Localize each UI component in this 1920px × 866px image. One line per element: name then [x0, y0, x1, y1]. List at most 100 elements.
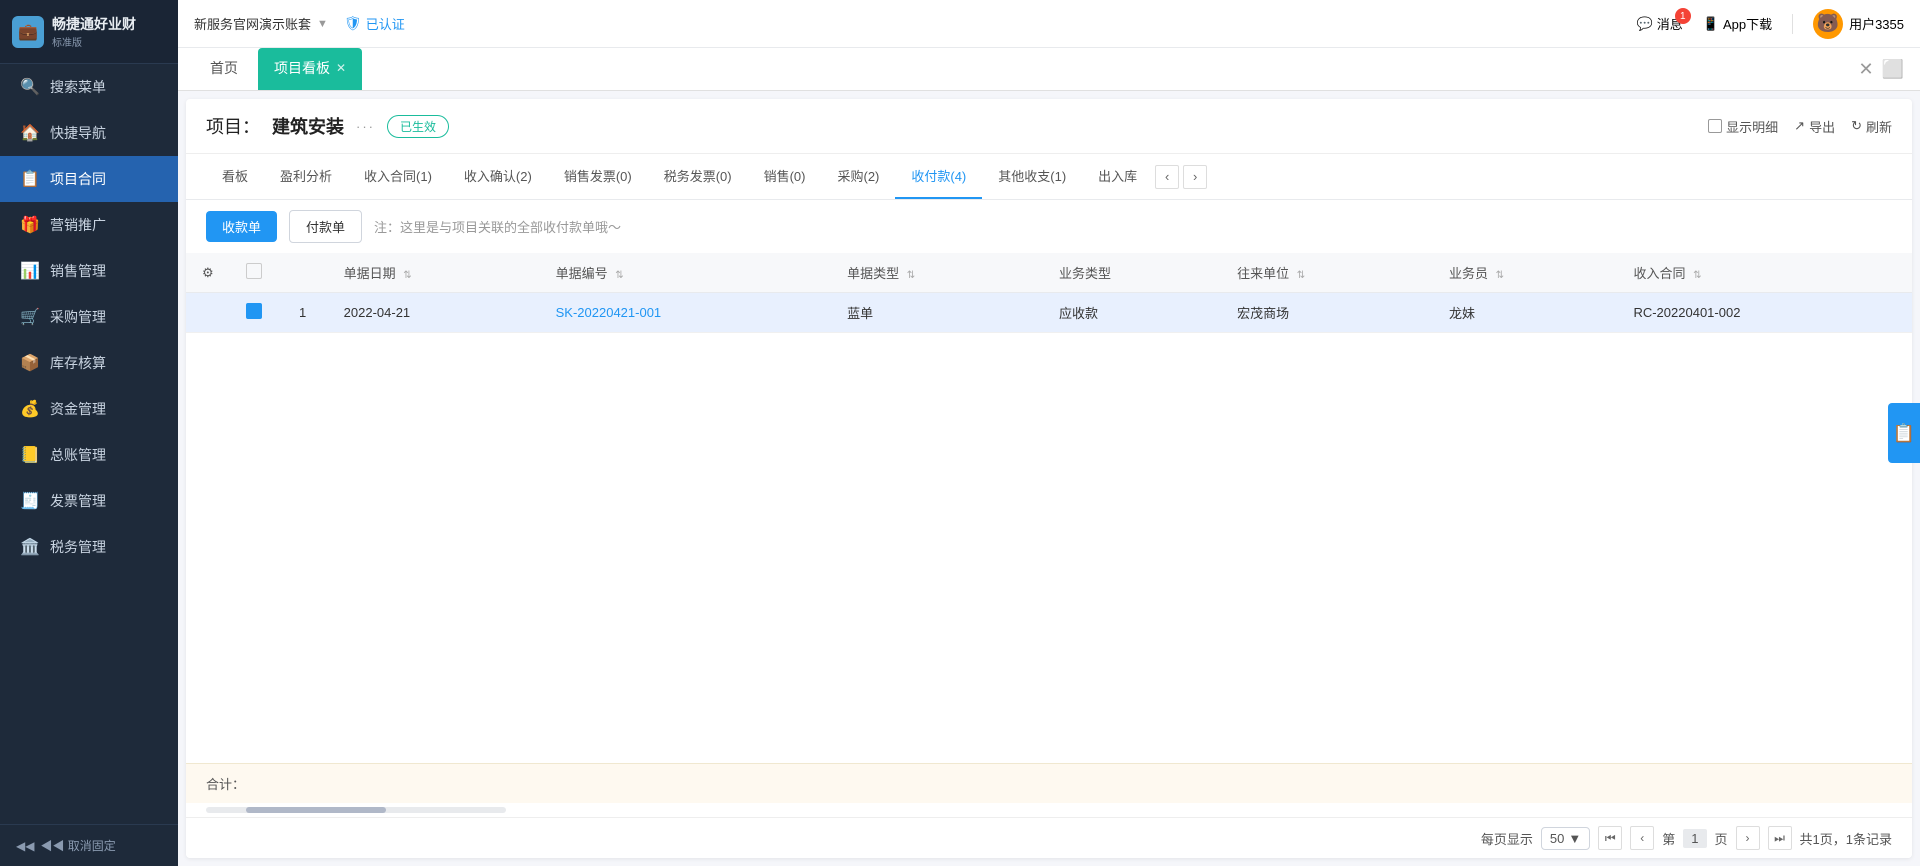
subtab-income-confirm[interactable]: 收入确认(2) — [448, 154, 548, 199]
table-date-header[interactable]: 单据日期 ⇅ — [328, 253, 540, 293]
data-table-container: ⚙ 单据日期 ⇅ 单据编号 ⇅ — [186, 253, 1912, 763]
tab-home[interactable]: 首页 — [194, 48, 254, 90]
prev-page-button[interactable]: ‹ — [1630, 826, 1654, 850]
pagination: 每页显示 50 ▼ ⏮ ‹ 第 1 页 › ⏭ 共1页，1条记录 — [186, 817, 1912, 858]
message-badge: 1 — [1675, 8, 1691, 24]
subtab-sales-invoice[interactable]: 销售发票(0) — [548, 154, 648, 199]
row-check-cell[interactable] — [230, 293, 278, 333]
sidebar-item-label: 搜索菜单 — [50, 77, 106, 97]
prev-page-icon: ‹ — [1640, 831, 1644, 845]
row-code-link[interactable]: SK-20220421-001 — [556, 305, 662, 320]
payment-filter-button[interactable]: 付款单 — [289, 210, 362, 243]
app-download-label: App下载 — [1723, 14, 1772, 33]
row-num-cell: 1 — [278, 293, 328, 333]
sidebar-item-purchase[interactable]: 🛒 采购管理 — [0, 294, 178, 340]
table-salesperson-header[interactable]: 业务员 ⇅ — [1433, 253, 1617, 293]
subtab-profit[interactable]: 盈利分析 — [264, 154, 348, 199]
last-page-button[interactable]: ⏭ — [1768, 826, 1792, 850]
tab-project-board-label: 项目看板 — [274, 58, 330, 78]
tab-close-icon[interactable]: ✕ — [336, 61, 346, 75]
close-window-icon[interactable]: ✕ — [1858, 59, 1873, 80]
account-dropdown-icon: ▼ — [317, 18, 328, 30]
sidebar-item-sales[interactable]: 📊 销售管理 — [0, 248, 178, 294]
sidebar-item-marketing[interactable]: 🎁 营销推广 — [0, 202, 178, 248]
sidebar-nav: 🔍 搜索菜单 🏠 快捷导航 📋 项目合同 🎁 营销推广 📊 销售管理 🛒 采购管… — [0, 64, 178, 824]
export-button[interactable]: ↗ 导出 — [1794, 117, 1835, 136]
export-label: 导出 — [1809, 117, 1835, 136]
sort-income-contract-icon: ⇅ — [1693, 270, 1701, 281]
sidebar-item-label: 资金管理 — [50, 399, 106, 419]
first-page-button[interactable]: ⏮ — [1598, 826, 1622, 850]
user-menu[interactable]: 🐻 用户3355 — [1813, 9, 1904, 39]
table-check-header[interactable] — [230, 253, 278, 293]
project-more-button[interactable]: ··· — [356, 119, 375, 134]
receipt-filter-button[interactable]: 收款单 — [206, 211, 277, 242]
subtab-next-icon[interactable]: › — [1183, 165, 1207, 189]
message-button[interactable]: 💬 消息 1 — [1637, 14, 1683, 33]
sidebar-item-label: 总账管理 — [50, 445, 106, 465]
cart-icon: 🛒 — [20, 307, 40, 327]
next-page-button[interactable]: › — [1736, 826, 1760, 850]
total-label: 合计： — [206, 774, 245, 793]
sort-date-icon: ⇅ — [403, 270, 411, 281]
verified-label: 已认证 — [366, 14, 405, 33]
subtab-in-out[interactable]: 出入库 — [1082, 154, 1153, 199]
scrollbar-track[interactable] — [206, 807, 506, 813]
subtab-receipt[interactable]: 收付款(4) — [895, 154, 982, 199]
tab-home-label: 首页 — [210, 58, 238, 78]
table-income-contract-header[interactable]: 收入合同 ⇅ — [1617, 253, 1912, 293]
tab-project-board[interactable]: 项目看板 ✕ — [258, 48, 362, 90]
table-type-header[interactable]: 单据类型 ⇅ — [831, 253, 1043, 293]
subtab-kanban[interactable]: 看板 — [206, 154, 264, 199]
show-detail-toggle[interactable]: 显示明细 — [1708, 117, 1778, 136]
subtab-other-income[interactable]: 其他收支(1) — [982, 154, 1082, 199]
sort-type-icon: ⇅ — [907, 270, 915, 281]
float-action-icon: 📋 — [1893, 423, 1912, 444]
account-selector[interactable]: 新服务官网演示账套 ▼ — [194, 14, 328, 33]
data-table: ⚙ 单据日期 ⇅ 单据编号 ⇅ — [186, 253, 1912, 333]
per-page-select[interactable]: 50 ▼ — [1541, 827, 1590, 850]
table-num-header — [278, 253, 328, 293]
sidebar-item-label: 销售管理 — [50, 261, 106, 281]
window-controls: ✕ ⬜ — [1858, 59, 1904, 80]
row-checkbox[interactable] — [246, 303, 262, 319]
horizontal-scrollbar[interactable] — [186, 803, 1912, 817]
sidebar-item-invoice[interactable]: 🧾 发票管理 — [0, 478, 178, 524]
search-icon: 🔍 — [20, 77, 40, 97]
subtab-sales[interactable]: 销售(0) — [748, 154, 822, 199]
table-partner-header[interactable]: 往来单位 ⇅ — [1221, 253, 1433, 293]
sidebar-item-tax[interactable]: 🏛️ 税务管理 — [0, 524, 178, 570]
sidebar-item-contract[interactable]: 📋 项目合同 — [0, 156, 178, 202]
total-pages: 共1页，1条记录 — [1800, 829, 1892, 848]
subtab-purchase[interactable]: 采购(2) — [821, 154, 895, 199]
subtab-income-contract[interactable]: 收入合同(1) — [348, 154, 448, 199]
subtab-tax-invoice[interactable]: 税务发票(0) — [648, 154, 748, 199]
tab-bar: 首页 项目看板 ✕ ✕ ⬜ — [178, 48, 1920, 91]
table-footer-total: 合计： — [186, 763, 1912, 803]
row-code-cell[interactable]: SK-20220421-001 — [540, 293, 831, 333]
scrollbar-thumb[interactable] — [246, 807, 386, 813]
maximize-window-icon[interactable]: ⬜ — [1882, 59, 1904, 80]
select-all-checkbox[interactable] — [246, 263, 262, 279]
book-icon: 📒 — [20, 445, 40, 465]
sidebar-item-inventory[interactable]: 📦 库存核算 — [0, 340, 178, 386]
verified-badge: 🛡 已认证 — [344, 14, 405, 33]
subtab-prev-icon[interactable]: ‹ — [1155, 165, 1179, 189]
table-code-header[interactable]: 单据编号 ⇅ — [540, 253, 831, 293]
table-settings-header[interactable]: ⚙ — [186, 253, 230, 293]
show-detail-checkbox[interactable] — [1708, 119, 1722, 133]
money-icon: 💰 — [20, 399, 40, 419]
topbar-right: 💬 消息 1 📱 App下载 🐻 用户3355 — [1637, 9, 1904, 39]
sidebar-unpin-button[interactable]: ◀◀ ◀◀ 取消固定 — [0, 824, 178, 866]
table-row[interactable]: 1 2022-04-21 SK-20220421-001 蓝单 应收款 宏茂商场… — [186, 293, 1912, 333]
sidebar-item-ledger[interactable]: 📒 总账管理 — [0, 432, 178, 478]
sort-code-icon: ⇅ — [615, 270, 623, 281]
float-action-button[interactable]: 📋 — [1888, 403, 1912, 463]
sidebar-item-search[interactable]: 🔍 搜索菜单 — [0, 64, 178, 110]
sidebar-item-fund[interactable]: 💰 资金管理 — [0, 386, 178, 432]
sidebar-item-quick[interactable]: 🏠 快捷导航 — [0, 110, 178, 156]
sidebar-item-label: 采购管理 — [50, 307, 106, 327]
refresh-button[interactable]: ↻ 刷新 — [1851, 117, 1892, 136]
app-download-button[interactable]: 📱 App下载 — [1703, 14, 1772, 33]
gift-icon: 🎁 — [20, 215, 40, 235]
